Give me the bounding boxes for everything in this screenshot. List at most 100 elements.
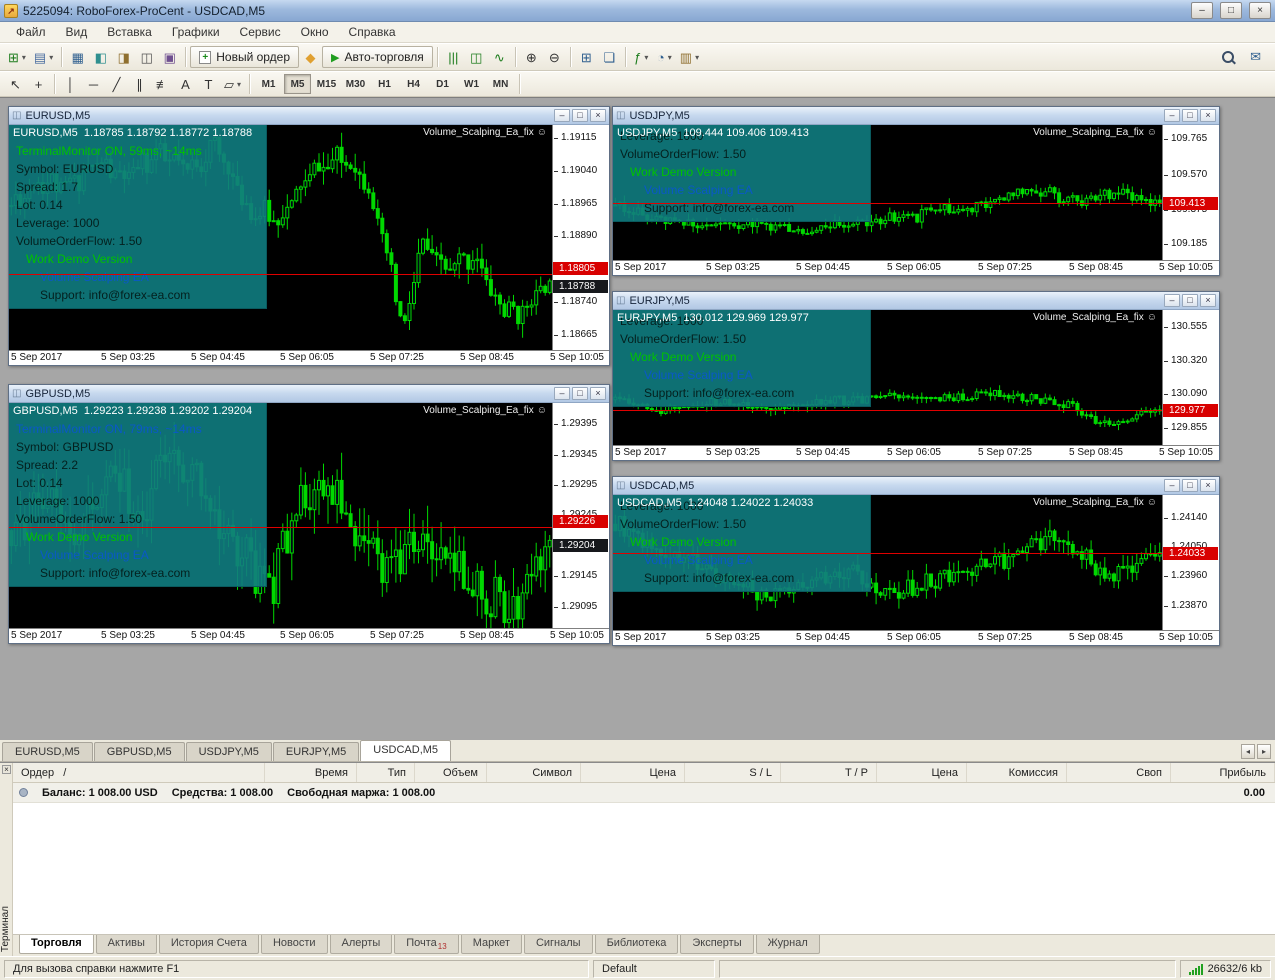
terminal-tab-alerts[interactable]: Алерты	[329, 935, 393, 954]
chart-plot[interactable]: TerminalMonitor ON, 79ms, ~14ms Symbol: G…	[9, 403, 552, 628]
terminal-tab-journal[interactable]: Журнал	[755, 935, 820, 954]
chart-window-titlebar[interactable]: ◫ USDJPY,M5 – □ ×	[613, 107, 1219, 125]
chart-plot[interactable]: TerminalMonitor ON, 59ms, ~14ms Symbol: E…	[9, 125, 552, 350]
column-header-8[interactable]: Цена	[877, 763, 967, 782]
chart-restore-button[interactable]: □	[572, 109, 588, 122]
app-minimize-button[interactable]: –	[1191, 2, 1213, 19]
metaeditor-button[interactable]: ◆	[299, 46, 322, 68]
tab-scroll-left-icon[interactable]: ◂	[1241, 744, 1255, 759]
market-watch-button[interactable]: ▦	[66, 46, 89, 68]
candlestick-chart-button[interactable]: ◫	[465, 46, 488, 68]
chart-minimize-button[interactable]: –	[1164, 109, 1180, 122]
chart-restore-button[interactable]: □	[572, 387, 588, 400]
chart-close-button[interactable]: ×	[1200, 109, 1216, 122]
vertical-line-button[interactable]: │	[59, 73, 82, 95]
chart-tab-eurjpy-m5[interactable]: EURJPY,M5	[272, 742, 360, 761]
bar-chart-button[interactable]: |||	[442, 46, 465, 68]
templates-button[interactable]: ▥ ▾	[676, 46, 703, 68]
new-order-button[interactable]: + Новый ордер	[190, 46, 300, 68]
timeframe-m30[interactable]: M30	[342, 74, 369, 94]
chart-close-button[interactable]: ×	[1200, 294, 1216, 307]
terminal-tab-mail[interactable]: Почта13	[394, 935, 459, 954]
chart-minimize-button[interactable]: –	[554, 109, 570, 122]
timeframe-mn[interactable]: MN	[487, 74, 514, 94]
tab-scroll-right-icon[interactable]: ▸	[1257, 744, 1271, 759]
terminal-button[interactable]: ◫	[135, 46, 158, 68]
terminal-tab-history[interactable]: История Счета	[158, 935, 259, 954]
terminal-tab-news[interactable]: Новости	[260, 935, 328, 954]
periods-button[interactable]: ◔ ▾	[653, 46, 676, 68]
chart-window-titlebar[interactable]: ◫ USDCAD,M5 – □ ×	[613, 477, 1219, 495]
navigator-button[interactable]: ◨	[112, 46, 135, 68]
chart-close-button[interactable]: ×	[590, 387, 606, 400]
chart-window-titlebar[interactable]: ◫ EURUSD,M5 – □ ×	[9, 107, 609, 125]
timeframe-h4[interactable]: H4	[400, 74, 427, 94]
chart-restore-button[interactable]: □	[1182, 479, 1198, 492]
data-window-button[interactable]: ◧	[89, 46, 112, 68]
column-header-4[interactable]: Символ	[487, 763, 581, 782]
chart-close-button[interactable]: ×	[590, 109, 606, 122]
zoom-out-button[interactable]: ⊖	[543, 46, 566, 68]
chart-tab-usdcad-m5[interactable]: USDCAD,M5	[360, 740, 452, 761]
column-header-2[interactable]: Тип	[357, 763, 415, 782]
chart-minimize-button[interactable]: –	[554, 387, 570, 400]
channel-button[interactable]: ∥	[128, 73, 151, 95]
new-chart-button[interactable]: ⊞ ▾	[4, 46, 30, 68]
timeframe-h1[interactable]: H1	[371, 74, 398, 94]
chart-plot[interactable]: Leverage: 1000 VolumeOrderFlow: 1.50 Work …	[613, 495, 1162, 630]
menu-charts[interactable]: Графики	[162, 23, 230, 41]
tile-windows-button[interactable]: ⊞	[575, 46, 598, 68]
menu-window[interactable]: Окно	[291, 23, 339, 41]
indicators-button[interactable]: ƒ ▾	[630, 46, 653, 68]
trendline-button[interactable]: ╱	[105, 73, 128, 95]
line-chart-button[interactable]: ∿	[488, 46, 511, 68]
menu-file[interactable]: Файл	[6, 23, 56, 41]
chart-minimize-button[interactable]: –	[1164, 294, 1180, 307]
shapes-button[interactable]: ▱ ▾	[220, 73, 245, 95]
text-button[interactable]: A	[174, 73, 197, 95]
chart-minimize-button[interactable]: –	[1164, 479, 1180, 492]
column-header-0[interactable]: Ордер /	[13, 763, 265, 782]
column-header-9[interactable]: Комиссия	[967, 763, 1067, 782]
cascade-windows-button[interactable]: ❏	[598, 46, 621, 68]
chart-close-button[interactable]: ×	[1200, 479, 1216, 492]
crosshair-button[interactable]: +	[27, 73, 50, 95]
terminal-tab-signals[interactable]: Сигналы	[523, 935, 593, 954]
timeframe-m15[interactable]: M15	[313, 74, 340, 94]
chart-tab-gbpusd-m5[interactable]: GBPUSD,M5	[93, 742, 185, 761]
terminal-close-icon[interactable]: ×	[2, 765, 11, 774]
terminal-tab-trade[interactable]: Торговля	[19, 935, 94, 954]
chart-plot[interactable]: Leverage: 1000 VolumeOrderFlow: 1.50 Work …	[613, 125, 1162, 260]
profiles-button[interactable]: ▤ ▾	[30, 46, 57, 68]
timeframe-w1[interactable]: W1	[458, 74, 485, 94]
column-header-1[interactable]: Время	[265, 763, 357, 782]
status-profile[interactable]: Default	[593, 959, 715, 978]
column-header-7[interactable]: T / P	[781, 763, 877, 782]
column-header-5[interactable]: Цена	[581, 763, 685, 782]
menu-insert[interactable]: Вставка	[97, 23, 162, 41]
menu-help[interactable]: Справка	[339, 23, 406, 41]
zoom-in-button[interactable]: ⊕	[520, 46, 543, 68]
terminal-tab-market[interactable]: Маркет	[460, 935, 522, 954]
column-header-6[interactable]: S / L	[685, 763, 781, 782]
strategy-tester-button[interactable]: ▣	[158, 46, 181, 68]
timeframe-m1[interactable]: M1	[255, 74, 282, 94]
auto-trading-button[interactable]: ▶ Авто-торговля	[322, 46, 433, 68]
chart-tab-usdjpy-m5[interactable]: USDJPY,M5	[185, 742, 272, 761]
chart-restore-button[interactable]: □	[1182, 109, 1198, 122]
app-restore-button[interactable]: □	[1220, 2, 1242, 19]
timeframe-d1[interactable]: D1	[429, 74, 456, 94]
terminal-tab-assets[interactable]: Активы	[95, 935, 157, 954]
chart-window-titlebar[interactable]: ◫ EURJPY,M5 – □ ×	[613, 292, 1219, 310]
terminal-tab-experts[interactable]: Эксперты	[680, 935, 754, 954]
label-button[interactable]: T	[197, 73, 220, 95]
column-header-11[interactable]: Прибыль	[1171, 763, 1275, 782]
terminal-tab-library[interactable]: Библиотека	[594, 935, 679, 954]
menu-view[interactable]: Вид	[56, 23, 98, 41]
column-header-3[interactable]: Объем	[415, 763, 487, 782]
app-close-button[interactable]: ×	[1249, 2, 1271, 19]
column-header-10[interactable]: Своп	[1067, 763, 1171, 782]
fibonacci-button[interactable]: ≢	[151, 73, 174, 95]
search-icon[interactable]	[1221, 50, 1236, 65]
chart-plot[interactable]: Leverage: 1000 VolumeOrderFlow: 1.50 Work …	[613, 310, 1162, 445]
